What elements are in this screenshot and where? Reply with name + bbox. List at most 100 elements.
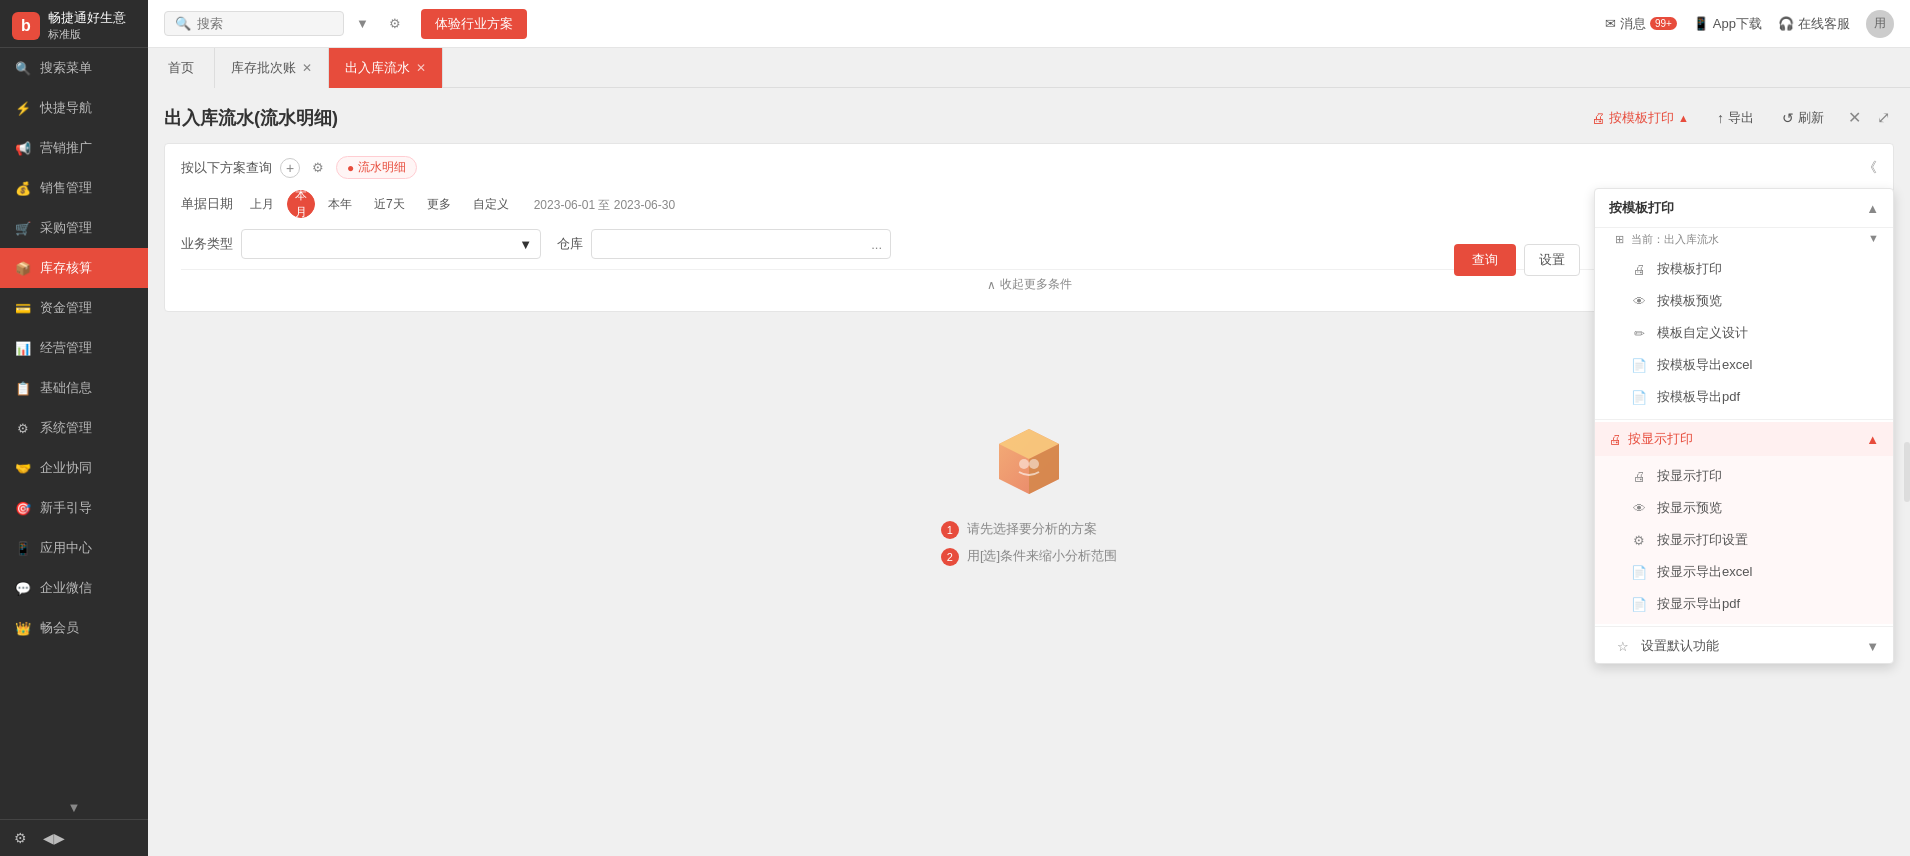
enterprise-wechat-icon: 💬 xyxy=(14,579,32,597)
sidebar-item-quick-nav[interactable]: ⚡ 快捷导航 xyxy=(0,88,148,128)
date-btn-prev-month[interactable]: 上月 xyxy=(241,193,283,216)
scrollbar-indicator[interactable] xyxy=(1904,442,1910,502)
display-export-pdf-item[interactable]: 📄 按显示导出pdf xyxy=(1595,588,1893,620)
sidebar-label-operations: 经营管理 xyxy=(40,339,92,357)
date-btn-more[interactable]: 更多 xyxy=(418,193,460,216)
query-btn[interactable]: 查询 xyxy=(1454,244,1516,276)
settings-btn[interactable]: 设置 xyxy=(1524,244,1580,276)
filter-collapse-label: 收起更多条件 xyxy=(1000,276,1072,293)
filter-settings-icon[interactable]: ⚙ xyxy=(308,158,328,178)
member-icon: 👑 xyxy=(14,619,32,637)
display-print-settings-item[interactable]: ⚙ 按显示打印设置 xyxy=(1595,524,1893,556)
refresh-btn[interactable]: ↺ 刷新 xyxy=(1774,105,1832,131)
set-default-item[interactable]: ☆ 设置默认功能 ▼ xyxy=(1595,629,1893,663)
sidebar-label-marketing: 营销推广 xyxy=(40,139,92,157)
sidebar-label-finance: 资金管理 xyxy=(40,299,92,317)
message-badge: 99+ xyxy=(1650,17,1677,30)
sidebar-footer-settings[interactable]: ⚙ xyxy=(14,830,27,846)
empty-state-step2-text: 用[选]条件来缩小分析范围 xyxy=(967,547,1117,565)
search-icon: 🔍 xyxy=(175,16,191,31)
current-template-label: ⊞ 当前：出入库流水 ▼ xyxy=(1595,228,1893,249)
user-avatar[interactable]: 用 xyxy=(1866,10,1894,38)
date-btn-this-month[interactable]: 本月 xyxy=(287,190,315,218)
sidebar-collapse-btn[interactable]: ◀▶ xyxy=(43,830,65,846)
filter-add-btn[interactable]: + xyxy=(280,158,300,178)
sidebar-item-enterprise-wechat[interactable]: 💬 企业微信 xyxy=(0,568,148,608)
template-print-item[interactable]: 🖨 按模板打印 xyxy=(1595,253,1893,285)
set-default-label: 设置默认功能 xyxy=(1641,637,1719,655)
sidebar-label-search-menu: 搜索菜单 xyxy=(40,59,92,77)
trial-btn[interactable]: 体验行业方案 xyxy=(421,9,527,39)
sidebar-item-enterprise-collab[interactable]: 🤝 企业协同 xyxy=(0,448,148,488)
window-expand-btn[interactable]: ⤢ xyxy=(1873,104,1894,131)
topbar-right: ✉ 消息 99+ 📱 App下载 🎧 在线客服 用 xyxy=(1605,10,1894,38)
display-export-excel-item[interactable]: 📄 按显示导出excel xyxy=(1595,556,1893,588)
tab-inventory-batch-close[interactable]: ✕ xyxy=(302,61,312,75)
export-label: 导出 xyxy=(1728,109,1754,127)
print-dropdown-title: 按模板打印 xyxy=(1609,199,1674,217)
tab-stock-flow[interactable]: 出入库流水 ✕ xyxy=(329,48,443,88)
sidebar-item-system[interactable]: ⚙ 系统管理 xyxy=(0,408,148,448)
page-actions: 🖨 按模板打印 ▲ ↑ 导出 ↺ 刷新 ✕ ⤢ xyxy=(1583,104,1894,131)
template-preview-item[interactable]: 👁 按模板预览 xyxy=(1595,285,1893,317)
current-template-text: 当前：出入库流水 xyxy=(1631,233,1719,245)
tab-home[interactable]: 首页 xyxy=(148,48,215,88)
print-template-label: 按模板打印 xyxy=(1609,109,1674,127)
sidebar-label-inventory: 库存核算 xyxy=(40,259,92,277)
sidebar-item-member[interactable]: 👑 畅会员 xyxy=(0,608,148,648)
sidebar-item-search-menu[interactable]: 🔍 搜索菜单 xyxy=(0,48,148,88)
filter-date-item: 单据日期 上月 本月 本年 近7天 更多 自定义 xyxy=(181,190,518,218)
sidebar-item-inventory[interactable]: 📦 库存核算 xyxy=(0,248,148,288)
sidebar-item-purchase[interactable]: 🛒 采购管理 xyxy=(0,208,148,248)
template-custom-design-item[interactable]: ✏ 模板自定义设计 xyxy=(1595,317,1893,349)
tab-inventory-batch-label: 库存批次账 xyxy=(231,59,296,77)
refresh-label: 刷新 xyxy=(1798,109,1824,127)
date-btn-this-year[interactable]: 本年 xyxy=(319,193,361,216)
search-input[interactable] xyxy=(197,16,317,31)
date-btn-custom[interactable]: 自定义 xyxy=(464,193,518,216)
sidebar-label-quick-nav: 快捷导航 xyxy=(40,99,92,117)
topbar-settings-btn[interactable]: ⚙ xyxy=(381,10,409,38)
sidebar-item-sales[interactable]: 💰 销售管理 xyxy=(0,168,148,208)
template-export-excel-item[interactable]: 📄 按模板导出excel xyxy=(1595,349,1893,381)
sidebar-label-app-center: 应用中心 xyxy=(40,539,92,557)
topbar-search-dropdown[interactable]: ▼ xyxy=(356,16,369,31)
export-btn[interactable]: ↑ 导出 xyxy=(1709,105,1762,131)
topbar-search-box[interactable]: 🔍 xyxy=(164,11,344,36)
filter-biz-type-selector[interactable]: ▼ xyxy=(241,229,541,259)
sidebar-item-beginner-guide[interactable]: 🎯 新手引导 xyxy=(0,488,148,528)
sidebar-nav: 🔍 搜索菜单 ⚡ 快捷导航 📢 营销推广 💰 销售管理 🛒 采购管理 📦 xyxy=(0,48,148,796)
filter-collapse-icon[interactable]: 《 xyxy=(1863,159,1877,177)
sidebar-scroll-down[interactable]: ▼ xyxy=(0,796,148,819)
preview-icon-2: 👁 xyxy=(1631,500,1647,516)
date-btn-last-7days[interactable]: 近7天 xyxy=(365,193,414,216)
sidebar-label-member: 畅会员 xyxy=(40,619,79,637)
display-preview-item[interactable]: 👁 按显示预览 xyxy=(1595,492,1893,524)
filter-date-shortcuts: 上月 本月 本年 近7天 更多 自定义 xyxy=(241,190,518,218)
warehouse-more-icon[interactable]: ... xyxy=(871,237,882,252)
sidebar-item-marketing[interactable]: 📢 营销推广 xyxy=(0,128,148,168)
topbar-message[interactable]: ✉ 消息 99+ xyxy=(1605,15,1677,33)
tab-inventory-batch[interactable]: 库存批次账 ✕ xyxy=(215,48,329,88)
sidebar-item-app-center[interactable]: 📱 应用中心 xyxy=(0,528,148,568)
template-export-pdf-item[interactable]: 📄 按模板导出pdf xyxy=(1595,381,1893,413)
filter-warehouse-selector[interactable]: ... xyxy=(591,229,891,259)
window-controls: ✕ ⤢ xyxy=(1844,104,1894,131)
print-template-btn[interactable]: 🖨 按模板打印 ▲ xyxy=(1583,105,1697,131)
display-section-header[interactable]: 🖨 按显示打印 ▲ xyxy=(1595,422,1893,456)
topbar-app-download[interactable]: 📱 App下载 xyxy=(1693,15,1762,33)
display-print-item[interactable]: 🖨 按显示打印 xyxy=(1595,460,1893,492)
sidebar-item-operations[interactable]: 📊 经营管理 xyxy=(0,328,148,368)
empty-state-step1-text: 请先选择要分析的方案 xyxy=(967,520,1097,538)
sidebar-label-sales: 销售管理 xyxy=(40,179,92,197)
dropdown-chevron-up[interactable]: ▲ xyxy=(1866,201,1879,216)
topbar-customer-service[interactable]: 🎧 在线客服 xyxy=(1778,15,1850,33)
sidebar-item-basics[interactable]: 📋 基础信息 xyxy=(0,368,148,408)
customer-service-label: 在线客服 xyxy=(1798,15,1850,33)
display-export-pdf-label: 按显示导出pdf xyxy=(1657,595,1740,613)
operations-icon: 📊 xyxy=(14,339,32,357)
tab-stock-flow-close[interactable]: ✕ xyxy=(416,61,426,75)
window-close-btn[interactable]: ✕ xyxy=(1844,104,1865,131)
printer-icon: 🖨 xyxy=(1591,110,1605,126)
sidebar-item-finance[interactable]: 💳 资金管理 xyxy=(0,288,148,328)
